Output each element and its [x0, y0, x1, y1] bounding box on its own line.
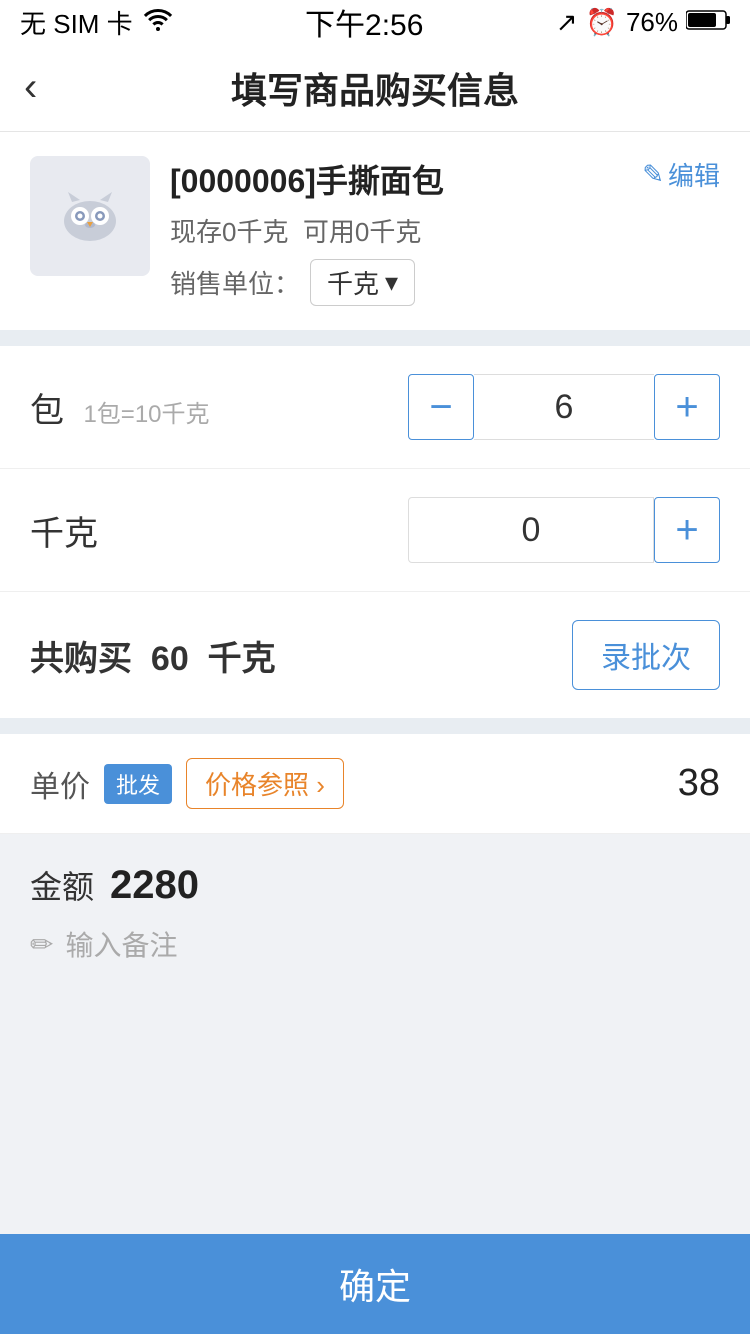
- kg-controls: +: [408, 497, 720, 563]
- back-button[interactable]: ‹: [24, 65, 37, 110]
- divider-2: [0, 718, 750, 734]
- note-placeholder: 输入备注: [65, 924, 177, 964]
- divider-1: [0, 330, 750, 346]
- status-carrier: 无 SIM 卡: [20, 4, 173, 41]
- amount-section: 金额 2280 ✏ 输入备注: [0, 834, 750, 980]
- pack-decrease-button[interactable]: −: [408, 374, 474, 440]
- product-stock: 现存0千克 可用0千克: [170, 212, 622, 249]
- total-amount: 60: [151, 640, 189, 678]
- pack-row: 包 1包=10千克 − +: [0, 346, 750, 469]
- amount-value: 2280: [110, 863, 199, 908]
- price-label: 单价: [30, 762, 90, 806]
- pack-hint: 1包=10千克: [83, 401, 209, 428]
- batch-button[interactable]: 录批次: [572, 620, 720, 690]
- kg-increase-button[interactable]: +: [654, 497, 720, 563]
- page-title: 填写商品购买信息: [231, 62, 519, 114]
- product-unit: 销售单位： 千克 ▾: [170, 259, 622, 306]
- price-section: 单价 批发 价格参照 › 38: [0, 734, 750, 834]
- pack-label: 包 1包=10千克: [30, 383, 408, 432]
- product-thumbnail: [30, 156, 150, 276]
- kg-input[interactable]: [408, 497, 654, 563]
- edit-icon: ✎: [642, 159, 664, 190]
- confirm-button[interactable]: 确定: [339, 1258, 411, 1310]
- kg-label: 千克: [30, 506, 408, 555]
- carrier-text: 无 SIM 卡: [20, 4, 133, 41]
- pack-increase-button[interactable]: +: [654, 374, 720, 440]
- battery-text: 76%: [626, 7, 678, 38]
- unit-select[interactable]: 千克 ▾: [310, 259, 415, 306]
- chevron-down-icon: ▾: [385, 267, 398, 298]
- note-row[interactable]: ✏ 输入备注: [30, 924, 720, 964]
- kg-row: 千克 +: [0, 469, 750, 592]
- price-value: 38: [678, 762, 720, 805]
- pack-input[interactable]: [474, 374, 654, 440]
- price-row: 单价 批发 价格参照 › 38: [0, 734, 750, 834]
- wifi-icon: [143, 7, 173, 38]
- price-ref-button[interactable]: 价格参照 ›: [186, 758, 344, 809]
- confirm-bar[interactable]: 确定: [0, 1234, 750, 1334]
- product-name: [0000006]手撕面包: [170, 156, 622, 202]
- status-time: 下午2:56: [305, 0, 423, 44]
- batch-tag: 批发: [104, 764, 172, 804]
- pack-controls: − +: [408, 374, 720, 440]
- product-card: [0000006]手撕面包 现存0千克 可用0千克 销售单位： 千克 ▾ ✎ 编…: [0, 132, 750, 330]
- product-info: [0000006]手撕面包 现存0千克 可用0千克 销售单位： 千克 ▾: [170, 156, 622, 306]
- status-right: ↗ ⏰ 76%: [556, 7, 730, 38]
- amount-row: 金额 2280: [30, 862, 720, 908]
- total-text: 共购买 60 千克: [30, 631, 276, 680]
- battery-icon: [686, 7, 730, 38]
- total-row: 共购买 60 千克 录批次: [0, 592, 750, 718]
- location-icon: ↗: [556, 7, 578, 38]
- alarm-icon: ⏰: [586, 7, 618, 38]
- status-bar: 无 SIM 卡 下午2:56 ↗ ⏰ 76%: [0, 0, 750, 44]
- edit-button[interactable]: ✎ 编辑: [642, 156, 720, 193]
- pack-input-section: 包 1包=10千克 − + 千克 +: [0, 346, 750, 592]
- pencil-icon: ✏: [30, 928, 53, 961]
- amount-label: 金额: [30, 862, 94, 908]
- nav-bar: ‹ 填写商品购买信息: [0, 44, 750, 132]
